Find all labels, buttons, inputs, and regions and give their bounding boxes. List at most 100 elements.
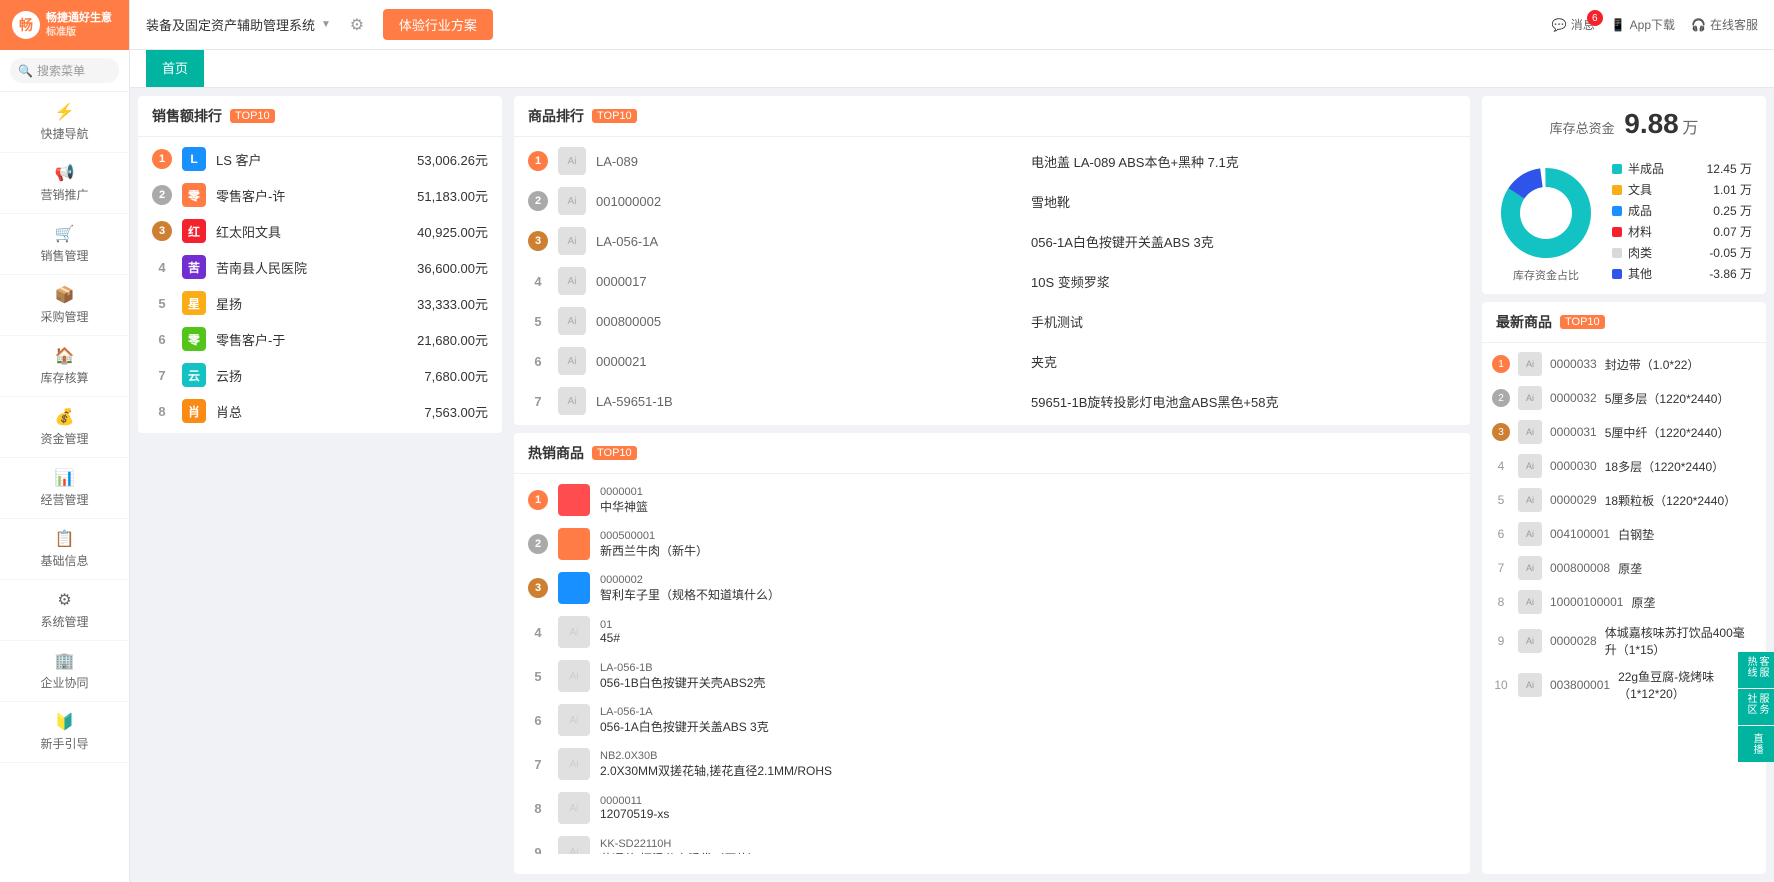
tab-home[interactable]: 首页 xyxy=(146,50,204,87)
product-rank-item[interactable]: 4 Ai 0000017 10S 变频罗浆 xyxy=(514,261,1470,301)
sidebar-item-enterprise[interactable]: 🏢 企业协同 xyxy=(0,641,129,702)
product-rank-item[interactable]: 2 Ai 001000002 雪地靴 xyxy=(514,181,1470,221)
rank-item[interactable]: 6 零 零售客户-于 21,680.00元 xyxy=(138,321,502,357)
sidebar: 畅 畅捷通好生意 标准版 🔍 搜索菜单 ⚡ 快捷导航 📢 营销推广 🛒 销售管理… xyxy=(0,0,130,882)
float-service-button[interactable]: 客服热线 xyxy=(1738,652,1774,688)
rank-number: 5 xyxy=(1492,493,1510,507)
sidebar-item-quick[interactable]: ⚡ 快捷导航 xyxy=(0,92,129,153)
hot-product-item[interactable]: 4 Ai 01 45# xyxy=(514,610,1470,654)
sidebar-item-marketing[interactable]: 📢 营销推广 xyxy=(0,153,129,214)
trial-button[interactable]: 体验行业方案 xyxy=(383,9,493,40)
sidebar-item-sales[interactable]: 🛒 销售管理 xyxy=(0,214,129,275)
app-download-button[interactable]: 📱 App下载 xyxy=(1611,16,1675,33)
hot-product-item[interactable]: 3 0000002 智利车子里（规格不知道填什么） xyxy=(514,566,1470,610)
product-rank-item[interactable]: 7 Ai LA-59651-1B 59651-1B旋转投影灯电池盒ABS黑色+5… xyxy=(514,381,1470,421)
product-code: LA-056-1B xyxy=(600,662,1456,674)
product-thumbnail xyxy=(558,528,590,560)
rank-item[interactable]: 1 L LS 客户 53,006.26元 xyxy=(138,141,502,177)
product-name: 18颗粒板（1220*2440） xyxy=(1605,492,1756,509)
product-thumbnail: Ai xyxy=(1518,522,1542,546)
rank-number: 5 xyxy=(152,296,172,311)
rank-item[interactable]: 8 肖 肖总 7,563.00元 xyxy=(138,393,502,429)
product-thumb: Ai xyxy=(558,227,586,255)
nav-label: 系统管理 xyxy=(40,613,88,630)
product-rank-item[interactable]: 6 Ai 0000021 夹克 xyxy=(514,341,1470,381)
system-select[interactable]: 装备及固定资产辅助管理系统 ▼ xyxy=(146,15,331,34)
latest-product-item[interactable]: 7 Ai 000800008 原垄 xyxy=(1482,551,1766,585)
float-service-button[interactable]: 直播 xyxy=(1738,726,1774,762)
sidebar-item-finance[interactable]: 💰 资金管理 xyxy=(0,397,129,458)
product-thumbnail: Ai xyxy=(1518,454,1542,478)
product-info: 0000011 12070519-xs xyxy=(600,795,1456,821)
rank-number: 2 xyxy=(152,185,172,205)
latest-products-tag: TOP10 xyxy=(1560,315,1605,329)
product-name: 新西兰牛肉（新牛） xyxy=(600,542,1456,559)
search-menu-button[interactable]: 🔍 搜索菜单 xyxy=(10,58,119,83)
latest-product-item[interactable]: 2 Ai 0000032 5厘多层（1220*2440） xyxy=(1482,381,1766,415)
sidebar-item-inventory[interactable]: 🏠 库存核算 xyxy=(0,336,129,397)
sidebar-item-system[interactable]: ⚙ 系统管理 xyxy=(0,580,129,641)
message-button[interactable]: 💬 消息 6 xyxy=(1552,16,1595,33)
settings-button[interactable]: ⚙ xyxy=(343,11,371,39)
legend-value: 0.07 万 xyxy=(1713,223,1752,240)
hot-product-item[interactable]: 2 000500001 新西兰牛肉（新牛） xyxy=(514,522,1470,566)
product-name: 原垄 xyxy=(1631,594,1756,611)
product-thumbnail: Ai xyxy=(558,616,590,648)
rank-number: 6 xyxy=(1492,527,1510,541)
hot-product-item[interactable]: 8 Ai 0000011 12070519-xs xyxy=(514,786,1470,830)
hot-product-item[interactable]: 7 Ai NB2.0X30B 2.0X30MM双搓花轴,搓花直径2.1MM/RO… xyxy=(514,742,1470,786)
rank-item[interactable]: 3 红 红太阳文具 40,925.00元 xyxy=(138,213,502,249)
product-code: 01 xyxy=(600,619,1456,631)
hot-product-item[interactable]: 1 0000001 中华神篮 xyxy=(514,478,1470,522)
chart-label: 库存资金占比 xyxy=(1496,267,1596,283)
product-name: 22g鱼豆腐-烧烤味（1*12*20） xyxy=(1618,668,1756,702)
rank-value: 7,680.00元 xyxy=(424,366,488,385)
left-panel: 销售额排行 TOP10 1 L LS 客户 53,006.26元 2 零 零售客… xyxy=(130,88,510,882)
inventory-icon: 🏠 xyxy=(55,346,75,366)
rank-value: 21,680.00元 xyxy=(417,330,488,349)
latest-product-item[interactable]: 1 Ai 0000033 封边带（1.0*22） xyxy=(1482,347,1766,381)
latest-product-item[interactable]: 4 Ai 0000030 18多层（1220*2440） xyxy=(1482,449,1766,483)
rank-number: 2 xyxy=(528,191,548,211)
hot-product-item[interactable]: 6 Ai LA-056-1A 056-1A白色按键开关盖ABS 3克 xyxy=(514,698,1470,742)
latest-product-item[interactable]: 8 Ai 10000100001 原垄 xyxy=(1482,585,1766,619)
hot-products-title: 热销商品 xyxy=(528,443,584,463)
product-code: 0000033 xyxy=(1550,357,1597,371)
product-rank-item[interactable]: 5 Ai 000800005 手机测试 xyxy=(514,301,1470,341)
rank-number: 3 xyxy=(1492,423,1510,441)
sidebar-item-purchase[interactable]: 📦 采购管理 xyxy=(0,275,129,336)
float-service-button[interactable]: 服务社区 xyxy=(1738,689,1774,725)
latest-product-item[interactable]: 9 Ai 0000028 体城嘉核味苏打饮品400毫升（1*15） xyxy=(1482,619,1766,663)
sidebar-item-operation[interactable]: 📊 经营管理 xyxy=(0,458,129,519)
sidebar-item-guide[interactable]: 🔰 新手引导 xyxy=(0,702,129,763)
product-rank-item[interactable]: 1 Ai LA-089 电池盖 LA-089 ABS本色+黑种 7.1克 xyxy=(514,141,1470,181)
product-code: 0000021 xyxy=(596,354,1021,369)
rank-item[interactable]: 4 苦 苦南县人民医院 36,600.00元 xyxy=(138,249,502,285)
legend-item: 半成品 12.45 万 xyxy=(1612,160,1752,177)
online-service-button[interactable]: 🎧 在线客服 xyxy=(1691,16,1758,33)
rank-item[interactable]: 2 零 零售客户-许 51,183.00元 xyxy=(138,177,502,213)
product-info: LA-056-1A 056-1A白色按键开关盖ABS 3克 xyxy=(600,706,1456,735)
product-ranking-list: 1 Ai LA-089 电池盖 LA-089 ABS本色+黑种 7.1克 2 A… xyxy=(514,137,1470,425)
latest-product-item[interactable]: 3 Ai 0000031 5厘中纤（1220*2440） xyxy=(1482,415,1766,449)
product-name: 封边带（1.0*22） xyxy=(1605,356,1756,373)
sidebar-logo: 畅 畅捷通好生意 标准版 xyxy=(0,0,129,50)
top-bar: 装备及固定资产辅助管理系统 ▼ ⚙ 体验行业方案 💬 消息 6 📱 App下载 … xyxy=(130,0,1774,50)
product-name: 056-1B白色按键开关壳ABS2壳 xyxy=(600,674,1456,691)
latest-product-item[interactable]: 10 Ai 003800001 22g鱼豆腐-烧烤味（1*12*20） xyxy=(1482,663,1766,707)
product-rank-item[interactable]: 3 Ai LA-056-1A 056-1A白色按键开关盖ABS 3克 xyxy=(514,221,1470,261)
legend-item: 成品 0.25 万 xyxy=(1612,202,1752,219)
latest-product-item[interactable]: 5 Ai 0000029 18颗粒板（1220*2440） xyxy=(1482,483,1766,517)
product-name: 5厘多层（1220*2440） xyxy=(1605,390,1756,407)
product-name: 智利车子里（规格不知道填什么） xyxy=(600,586,1456,603)
hot-product-item[interactable]: 5 Ai LA-056-1B 056-1B白色按键开关壳ABS2壳 xyxy=(514,654,1470,698)
product-name: 中华神篮 xyxy=(600,498,1456,515)
rank-number: 1 xyxy=(1492,355,1510,373)
sidebar-item-basic[interactable]: 📋 基础信息 xyxy=(0,519,129,580)
rank-item[interactable]: 5 星 星扬 33,333.00元 xyxy=(138,285,502,321)
latest-product-item[interactable]: 6 Ai 004100001 白钢垫 xyxy=(1482,517,1766,551)
hot-product-item[interactable]: 9 Ai KK-SD22110H 花语萌·恒温分离睡袋（厚款） xyxy=(514,830,1470,854)
rank-number: 7 xyxy=(1492,561,1510,575)
product-thumbnail: Ai xyxy=(558,748,590,780)
rank-item[interactable]: 7 云 云扬 7,680.00元 xyxy=(138,357,502,393)
